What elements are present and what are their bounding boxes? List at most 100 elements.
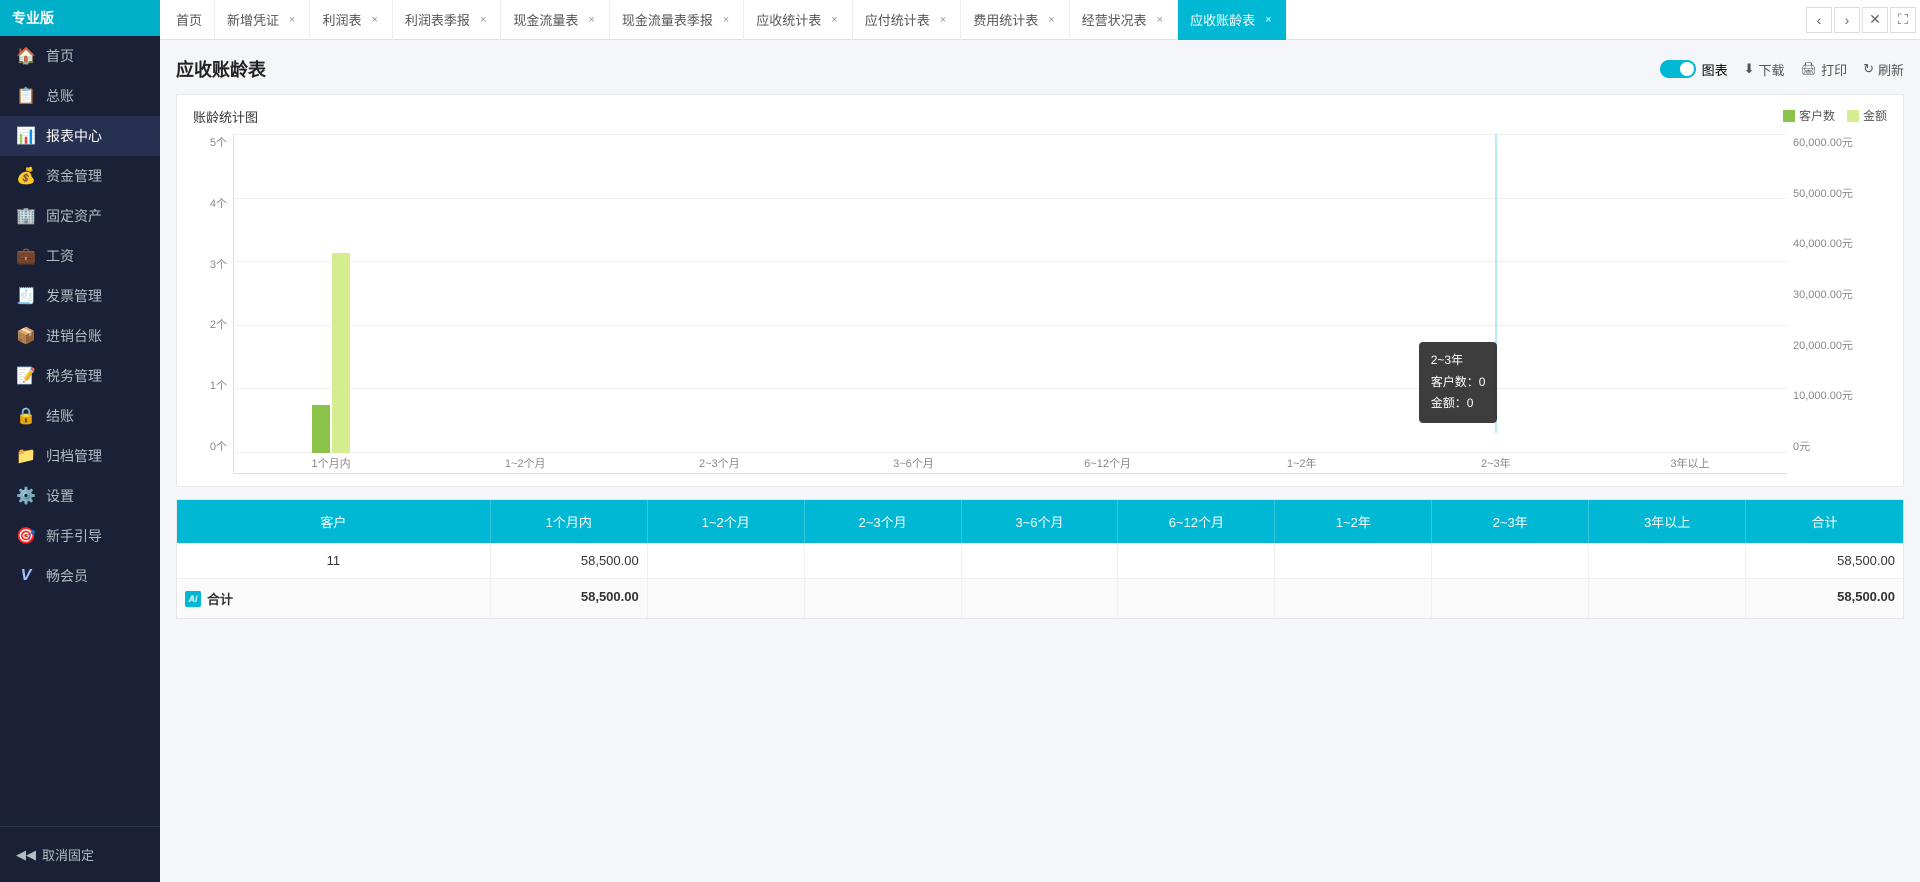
th-month23: 2~3个月 [805, 500, 962, 543]
refresh-button[interactable]: ↻ 刷新 [1863, 60, 1904, 79]
tab-profit-quarterly[interactable]: 利润表季报 × [393, 0, 501, 40]
legend-amount-dot [1847, 110, 1859, 122]
tab-cashflow-quarterly[interactable]: 现金流量表季报 × [610, 0, 744, 40]
tab-profit-close[interactable]: × [369, 14, 379, 26]
total-year23 [1432, 579, 1589, 618]
total-month36 [962, 579, 1119, 618]
app-logo: 专业版 [0, 0, 160, 36]
collapse-icon: ◀◀ [16, 847, 36, 863]
tab-maximize-button[interactable]: ⛶ [1890, 7, 1916, 33]
print-icon: 🖨 [1801, 61, 1818, 77]
y-left-1: 1个 [210, 377, 227, 393]
sidebar-item-salary[interactable]: 💼 工资 [0, 236, 160, 276]
tab-voucher[interactable]: 新增凭证 × [215, 0, 310, 40]
tab-receivable-stats-close[interactable]: × [829, 14, 839, 26]
sidebar-item-reports[interactable]: 📊 报表中心 [0, 116, 160, 156]
y-left-4: 4个 [210, 195, 227, 211]
sidebar-item-guide[interactable]: 🎯 新手引导 [0, 516, 160, 556]
collapse-sidebar-button[interactable]: ◀◀ 取消固定 [0, 837, 160, 872]
bar-pair-month1 [312, 134, 350, 453]
td-month12-1 [648, 543, 805, 578]
sidebar-label-guide: 新手引导 [46, 526, 102, 546]
tab-home[interactable]: 首页 [164, 0, 215, 40]
print-button[interactable]: 🖨 打印 [1801, 60, 1848, 79]
tab-close-all-button[interactable]: ✕ [1862, 7, 1888, 33]
sidebar: 专业版 🏠 首页 📋 总账 📊 报表中心 💰 资金管理 🏢 固定资产 💼 工资 … [0, 0, 160, 882]
salary-icon: 💼 [16, 246, 36, 266]
data-table: 客户 1个月内 1~2个月 2~3个月 3~6个月 6~12个月 1~2年 2~… [176, 499, 1904, 619]
sidebar-item-invoice[interactable]: 🧾 发票管理 [0, 276, 160, 316]
tab-cashflow-quarterly-close[interactable]: × [721, 14, 731, 26]
sidebar-label-archive: 归档管理 [46, 446, 102, 466]
tab-expense-stats-label: 费用统计表 [973, 10, 1038, 29]
sidebar-item-funds[interactable]: 💰 资金管理 [0, 156, 160, 196]
tab-expense-stats-close[interactable]: × [1046, 14, 1056, 26]
download-button[interactable]: ⬇ 下载 [1744, 60, 1785, 79]
reports-icon: 📊 [16, 126, 36, 146]
sidebar-item-home[interactable]: 🏠 首页 [0, 36, 160, 76]
tab-receivable-stats[interactable]: 应收统计表 × [744, 0, 852, 40]
total-year3plus [1589, 579, 1746, 618]
print-label: 打印 [1821, 60, 1847, 79]
tab-cashflow-close[interactable]: × [586, 14, 596, 26]
member-icon: V [16, 567, 36, 585]
td-total-1: 58,500.00 [1746, 543, 1903, 578]
sidebar-item-ledger[interactable]: 📋 总账 [0, 76, 160, 116]
th-month12: 1~2个月 [648, 500, 805, 543]
sidebar-item-tax[interactable]: 📝 税务管理 [0, 356, 160, 396]
bar-group-year23: 2~3年 客户数：0 金额：0 [1399, 134, 1593, 453]
home-icon: 🏠 [16, 46, 36, 66]
table-row: 11 58,500.00 58,500.00 [177, 543, 1903, 579]
chart-toggle[interactable]: 图表 [1660, 60, 1728, 79]
th-total: 合计 [1746, 500, 1903, 543]
page-title: 应收账龄表 [176, 56, 266, 82]
tab-payable-stats[interactable]: 应付统计表 × [853, 0, 961, 40]
tab-aging[interactable]: 应收账龄表 × [1178, 0, 1286, 40]
guide-icon: 🎯 [16, 526, 36, 546]
tab-profit-quarterly-close[interactable]: × [478, 14, 488, 26]
tab-next-button[interactable]: › [1834, 7, 1860, 33]
tab-business-stats-close[interactable]: × [1155, 14, 1165, 26]
tab-aging-close[interactable]: × [1263, 14, 1273, 26]
total-total: 58,500.00 [1746, 579, 1903, 618]
th-year12: 1~2年 [1275, 500, 1432, 543]
th-month612: 6~12个月 [1118, 500, 1275, 543]
page-header: 应收账龄表 图表 ⬇ 下载 🖨 打印 ↻ 刷新 [176, 56, 1904, 82]
x-label-year23: 2~3年 [1399, 453, 1593, 473]
toggle-track[interactable] [1660, 60, 1696, 78]
sidebar-label-salary: 工资 [46, 246, 74, 266]
tab-expense-stats[interactable]: 费用统计表 × [961, 0, 1069, 40]
th-year23: 2~3年 [1432, 500, 1589, 543]
legend-customer: 客户数 [1783, 107, 1835, 124]
x-label-year3plus: 3年以上 [1593, 453, 1787, 473]
sidebar-item-archive[interactable]: 📁 归档管理 [0, 436, 160, 476]
tab-payable-stats-close[interactable]: × [938, 14, 948, 26]
sidebar-item-member[interactable]: V 畅会员 [0, 556, 160, 596]
tab-voucher-label: 新增凭证 [227, 10, 279, 29]
chart-title: 账龄统计图 [193, 107, 1887, 126]
tab-profit[interactable]: 利润表 × [310, 0, 392, 40]
td-year23-1 [1432, 543, 1589, 578]
tab-voucher-close[interactable]: × [287, 14, 297, 26]
tab-cashflow[interactable]: 现金流量表 × [501, 0, 609, 40]
bar-group-month1 [234, 134, 428, 453]
bar-pair-year12 [1283, 134, 1321, 453]
tab-aging-label: 应收账龄表 [1190, 10, 1255, 29]
tab-prev-button[interactable]: ‹ [1806, 7, 1832, 33]
sidebar-item-close[interactable]: 🔒 结账 [0, 396, 160, 436]
tab-payable-stats-label: 应付统计表 [865, 10, 930, 29]
y-left-5: 5个 [210, 134, 227, 150]
sidebar-item-inventory[interactable]: 📦 进销台账 [0, 316, 160, 356]
y-right-0: 0元 [1793, 438, 1810, 454]
main-area: 首页 新增凭证 × 利润表 × 利润表季报 × 现金流量表 × 现金流量表季报 … [160, 0, 1920, 882]
bar-group-month12 [428, 134, 622, 453]
td-total-label: Ai 合计 [177, 579, 491, 618]
y-right-10000: 10,000.00元 [1793, 387, 1853, 403]
sidebar-item-settings[interactable]: ⚙️ 设置 [0, 476, 160, 516]
legend-amount: 金额 [1847, 107, 1887, 124]
tab-business-stats[interactable]: 经营状况表 × [1070, 0, 1178, 40]
collapse-label: 取消固定 [42, 845, 94, 864]
refresh-label: 刷新 [1878, 60, 1904, 79]
sidebar-item-assets[interactable]: 🏢 固定资产 [0, 196, 160, 236]
sidebar-label-funds: 资金管理 [46, 166, 102, 186]
